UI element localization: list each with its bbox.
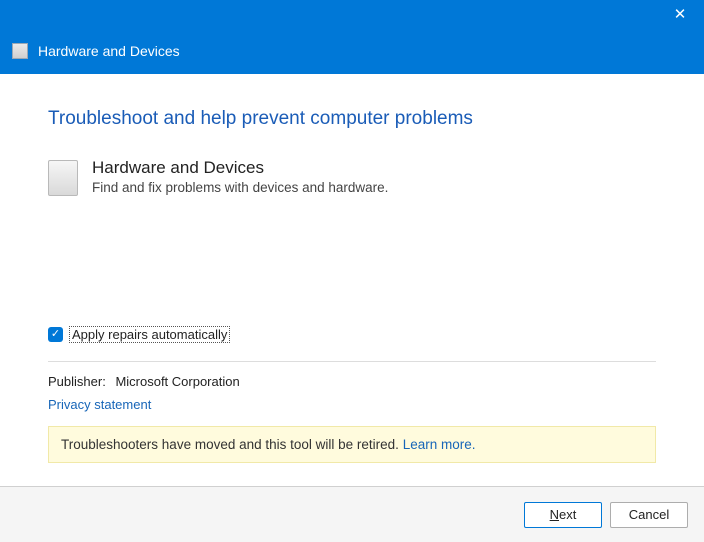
page-title: Troubleshoot and help prevent computer p… xyxy=(48,108,656,130)
section-desc: Find and fix problems with devices and h… xyxy=(92,180,388,195)
publisher-value: Microsoft Corporation xyxy=(115,374,239,389)
cancel-button[interactable]: Cancel xyxy=(610,502,688,528)
checkbox-label: Apply repairs automatically xyxy=(69,326,230,343)
app-icon xyxy=(12,43,28,59)
troubleshooter-section: Hardware and Devices Find and fix proble… xyxy=(48,158,656,196)
privacy-link[interactable]: Privacy statement xyxy=(48,397,656,412)
banner-text: Troubleshooters have moved and this tool… xyxy=(61,437,399,452)
section-title: Hardware and Devices xyxy=(92,158,388,178)
header: Hardware and Devices xyxy=(0,28,704,74)
publisher-label: Publisher: xyxy=(48,374,106,389)
learn-more-link[interactable]: Learn more. xyxy=(403,437,476,452)
publisher-line: Publisher: Microsoft Corporation xyxy=(48,374,656,389)
hardware-icon xyxy=(48,160,78,196)
checkbox-icon: ✓ xyxy=(48,327,63,342)
separator xyxy=(48,361,656,362)
apply-repairs-checkbox[interactable]: ✓ Apply repairs automatically xyxy=(48,326,656,343)
next-button[interactable]: Next xyxy=(524,502,602,528)
close-icon[interactable]: ✕ xyxy=(672,6,688,22)
footer: Next Cancel xyxy=(0,486,704,542)
window-title: Hardware and Devices xyxy=(38,43,180,59)
retirement-banner: Troubleshooters have moved and this tool… xyxy=(48,426,656,463)
titlebar: ✕ xyxy=(0,0,704,28)
